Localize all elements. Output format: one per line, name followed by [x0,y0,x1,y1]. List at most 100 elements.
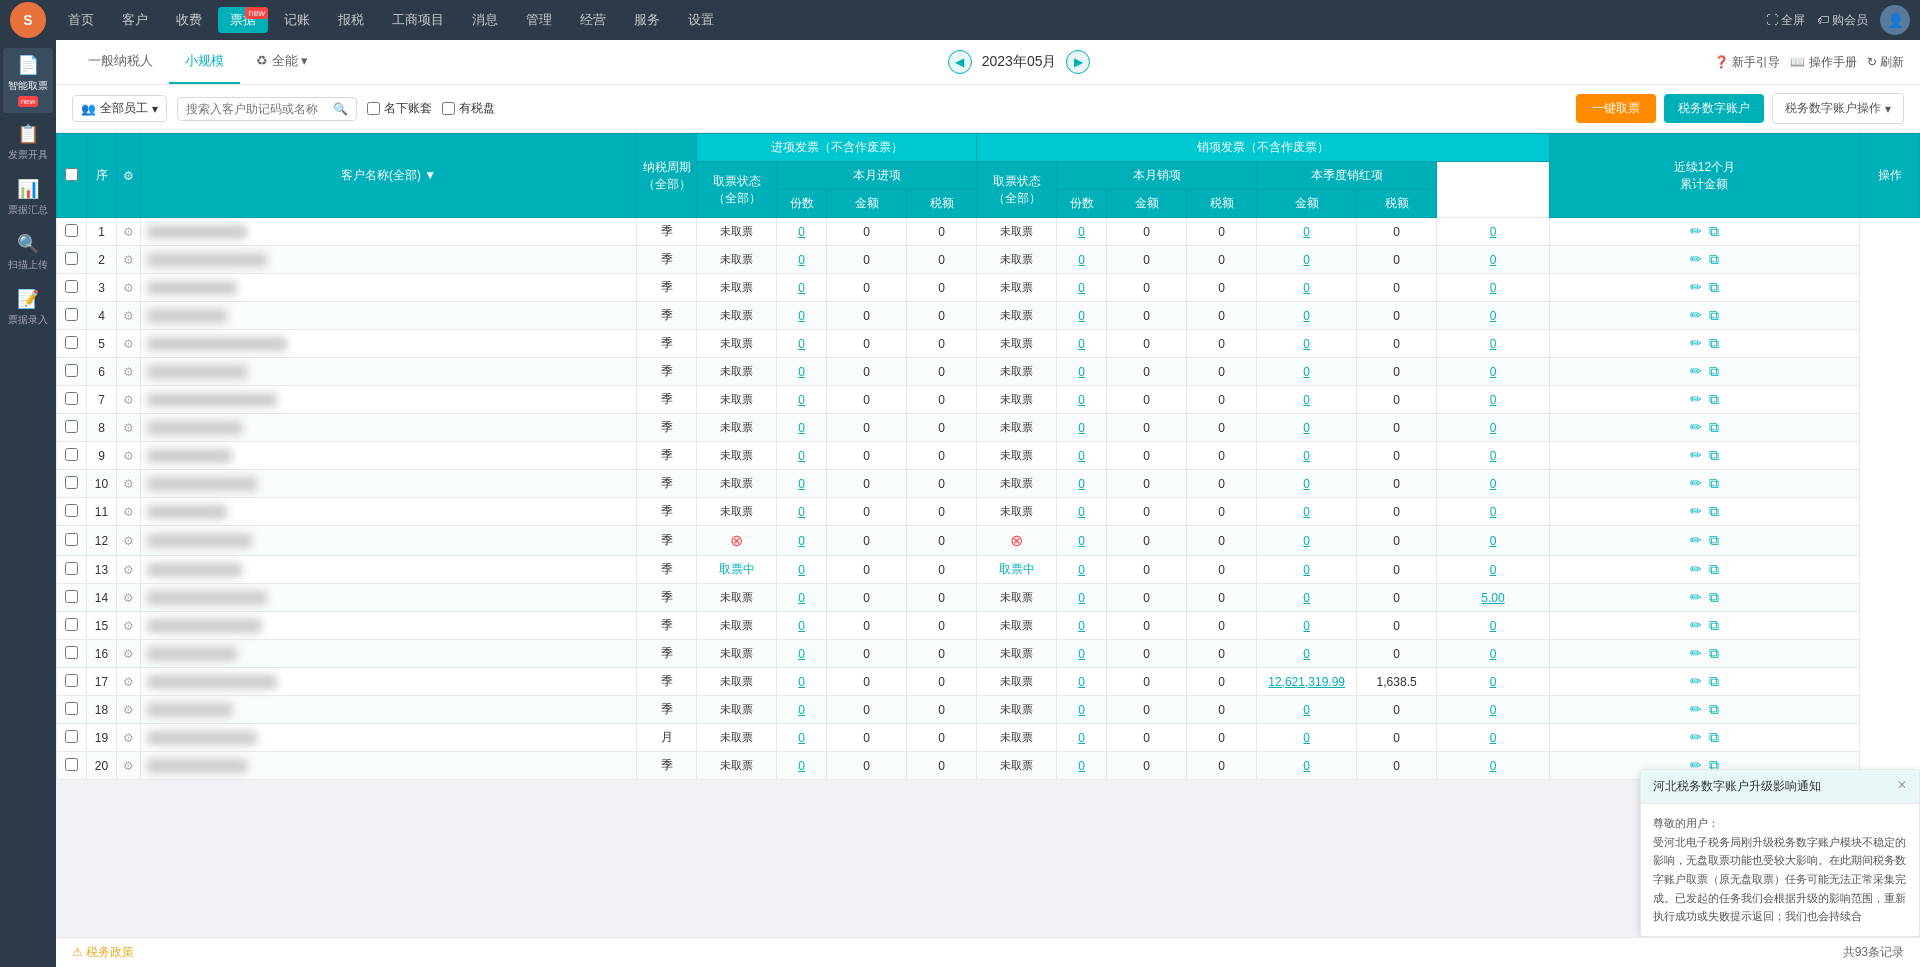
edit-icon[interactable]: ✏ [1688,503,1704,519]
copy-icon[interactable]: ⧉ [1707,729,1721,745]
copy-icon[interactable]: ⧉ [1707,447,1721,463]
red-amount-link[interactable]: 0 [1303,591,1310,605]
red-amount-link[interactable]: 0 [1303,619,1310,633]
in-count-link[interactable]: 0 [798,337,805,351]
month12-link[interactable]: 0 [1490,759,1497,773]
checkbox-tax-disk[interactable]: 有税盘 [442,100,495,117]
row-settings-icon[interactable]: ⚙ [123,505,134,519]
col-in-status-header[interactable]: 取票状态（全部） [697,162,777,218]
row-settings-icon[interactable]: ⚙ [123,477,134,491]
out-count-link[interactable]: 0 [1078,591,1085,605]
in-count-link[interactable]: 0 [798,703,805,717]
red-amount-link[interactable]: 0 [1303,563,1310,577]
edit-icon[interactable]: ✏ [1688,307,1704,323]
month12-link[interactable]: 0 [1490,281,1497,295]
user-avatar[interactable]: 👤 [1880,5,1910,35]
col-client-header[interactable]: 客户名称(全部) ▼ [141,134,637,218]
red-amount-link[interactable]: 0 [1303,225,1310,239]
in-count-link[interactable]: 0 [798,759,805,773]
checkbox-accounts[interactable]: 名下账套 [367,100,432,117]
sidebar-item-scan-upload[interactable]: 🔍 扫描上传 [3,227,53,278]
row-checkbox[interactable] [65,448,78,461]
one-click-fetch-btn[interactable]: 一键取票 [1576,94,1656,123]
in-count-link[interactable]: 0 [798,393,805,407]
month12-link[interactable]: 0 [1490,309,1497,323]
copy-icon[interactable]: ⧉ [1707,335,1721,351]
row-settings-icon[interactable]: ⚙ [123,309,134,323]
sidebar-item-ticket-entry[interactable]: 📝 票据录入 [3,282,53,333]
member-btn[interactable]: 🏷 购会员 [1817,12,1868,29]
edit-icon[interactable]: ✏ [1688,729,1704,745]
employee-select[interactable]: 👥 全部员工 ▾ [72,95,167,122]
copy-icon[interactable]: ⧉ [1707,589,1721,605]
month12-link[interactable]: 0 [1490,563,1497,577]
copy-icon[interactable]: ⧉ [1707,645,1721,661]
out-count-link[interactable]: 0 [1078,563,1085,577]
row-settings-icon[interactable]: ⚙ [123,281,134,295]
red-amount-link[interactable]: 0 [1303,534,1310,548]
month12-link[interactable]: 5.00 [1481,591,1504,605]
nav-item-settings[interactable]: 设置 [676,7,726,33]
search-input[interactable] [186,102,329,116]
tax-policy-link[interactable]: ⚠ 税务政策 [72,944,134,961]
row-checkbox[interactable] [65,562,78,575]
red-amount-link[interactable]: 0 [1303,647,1310,661]
row-checkbox[interactable] [65,280,78,293]
copy-icon[interactable]: ⧉ [1707,561,1721,577]
row-settings-icon[interactable]: ⚙ [123,225,134,239]
edit-icon[interactable]: ✏ [1688,251,1704,267]
copy-icon[interactable]: ⧉ [1707,673,1721,689]
nav-item-message[interactable]: 消息 [460,7,510,33]
nav-item-client[interactable]: 客户 [110,7,160,33]
month12-link[interactable]: 0 [1490,505,1497,519]
nav-item-service[interactable]: 服务 [622,7,672,33]
row-checkbox[interactable] [65,646,78,659]
select-all-checkbox[interactable] [65,168,78,181]
red-amount-link[interactable]: 0 [1303,759,1310,773]
month12-link[interactable]: 0 [1490,225,1497,239]
edit-icon[interactable]: ✏ [1688,589,1704,605]
in-count-link[interactable]: 0 [798,253,805,267]
nav-item-industry[interactable]: 工商项目 [380,7,456,33]
row-checkbox[interactable] [65,308,78,321]
row-checkbox[interactable] [65,730,78,743]
red-amount-link[interactable]: 0 [1303,505,1310,519]
row-checkbox[interactable] [65,392,78,405]
red-amount-link[interactable]: 0 [1303,253,1310,267]
copy-icon[interactable]: ⧉ [1707,251,1721,267]
month12-link[interactable]: 0 [1490,393,1497,407]
copy-icon[interactable]: ⧉ [1707,503,1721,519]
row-settings-icon[interactable]: ⚙ [123,731,134,745]
in-count-link[interactable]: 0 [798,731,805,745]
nav-item-operation[interactable]: 经营 [568,7,618,33]
tab-small[interactable]: 小规模 [169,40,240,84]
row-settings-icon[interactable]: ⚙ [123,619,134,633]
copy-icon[interactable]: ⧉ [1707,475,1721,491]
row-checkbox[interactable] [65,702,78,715]
out-count-link[interactable]: 0 [1078,281,1085,295]
month12-link[interactable]: 0 [1490,731,1497,745]
row-checkbox[interactable] [65,336,78,349]
checkbox-accounts-input[interactable] [367,102,380,115]
out-count-link[interactable]: 0 [1078,703,1085,717]
in-count-link[interactable]: 0 [798,225,805,239]
row-settings-icon[interactable]: ⚙ [123,253,134,267]
row-checkbox[interactable] [65,618,78,631]
red-amount-link[interactable]: 0 [1303,421,1310,435]
row-settings-icon[interactable]: ⚙ [123,393,134,407]
out-count-link[interactable]: 0 [1078,393,1085,407]
edit-icon[interactable]: ✏ [1688,419,1704,435]
edit-icon[interactable]: ✏ [1688,335,1704,351]
guide-link[interactable]: ❓ 新手引导 [1714,54,1780,71]
row-checkbox[interactable] [65,533,78,546]
out-count-link[interactable]: 0 [1078,337,1085,351]
out-count-link[interactable]: 0 [1078,421,1085,435]
row-checkbox[interactable] [65,420,78,433]
next-month-btn[interactable]: ▶ [1066,50,1090,74]
nav-item-tax[interactable]: 报税 [326,7,376,33]
in-count-link[interactable]: 0 [798,309,805,323]
out-count-link[interactable]: 0 [1078,309,1085,323]
nav-item-manage[interactable]: 管理 [514,7,564,33]
in-count-link[interactable]: 0 [798,647,805,661]
row-settings-icon[interactable]: ⚙ [123,703,134,717]
